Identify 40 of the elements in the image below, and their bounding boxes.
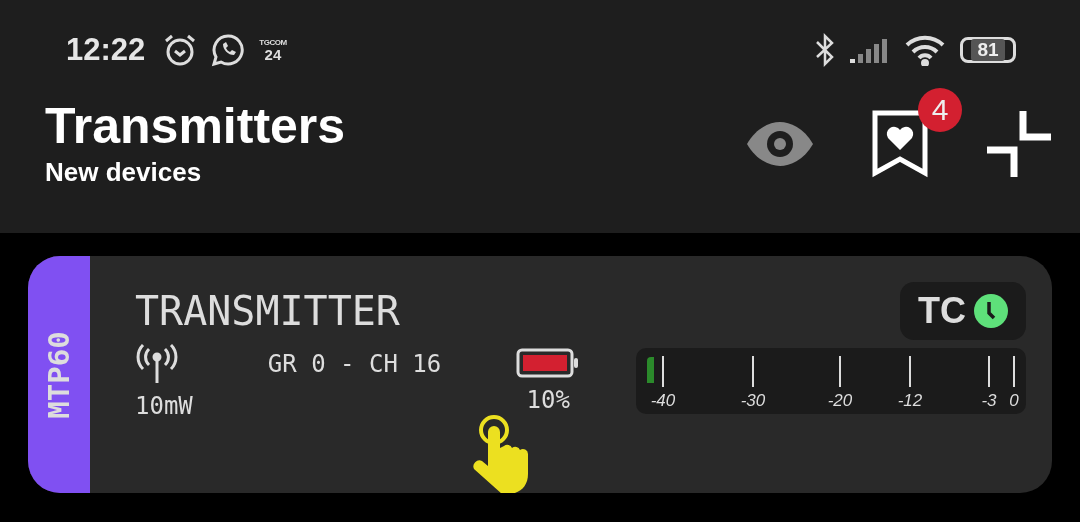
collapse-button[interactable] [986, 110, 1052, 177]
notification-badge: 4 [918, 87, 962, 132]
favorites-button[interactable] [872, 109, 928, 178]
meter-scale-label: -20 [827, 391, 853, 411]
antenna-icon [135, 344, 179, 384]
timecode-label: TC [918, 290, 966, 332]
app-logo-text: TGCOM [259, 38, 287, 47]
meter-tick [988, 356, 990, 387]
channel-label: GR 0 - CH 16 [267, 350, 442, 378]
meter-tick [839, 356, 841, 387]
alarm-clock-icon [163, 33, 198, 67]
clock-time: 12:22 [66, 32, 146, 68]
collapse-icon [986, 110, 1052, 177]
meter-scale-label: 0 [1009, 391, 1019, 411]
battery-percentage: 10% [526, 386, 570, 414]
page-subtitle: New devices [45, 156, 203, 188]
battery-percentage: 81 [971, 39, 1005, 61]
eye-button[interactable] [746, 119, 814, 168]
app-logo-number: 24 [264, 46, 282, 62]
page-title: Transmitters [45, 100, 347, 153]
bluetooth-icon [814, 33, 836, 67]
device-name: TRANSMITTER [135, 288, 400, 334]
meter-tick [662, 356, 664, 387]
chat-bubble-icon [211, 33, 246, 67]
meter-scale-label: -3 [981, 391, 997, 411]
meter-tick [752, 356, 754, 387]
power-output: 10mW [135, 392, 193, 420]
meter-tick [909, 356, 911, 387]
eye-icon [746, 119, 814, 168]
model-label: MTP60 [42, 330, 76, 419]
meter-tick [1013, 356, 1015, 387]
battery-icon [516, 348, 581, 378]
bookmark-heart-icon [872, 109, 928, 178]
meter-scale-label: -30 [740, 391, 766, 411]
meter-scale-label: -40 [650, 391, 676, 411]
transmitter-card[interactable]: MTP60 TRANSMITTER TC 10mW GR 0 - CH 16 10% -40 -30 -20 -12 -3 0 [28, 256, 1052, 493]
meter-scale-label: -12 [897, 391, 923, 411]
wifi-icon [904, 34, 946, 66]
signal-icon [850, 37, 890, 63]
clock-icon [974, 294, 1008, 328]
